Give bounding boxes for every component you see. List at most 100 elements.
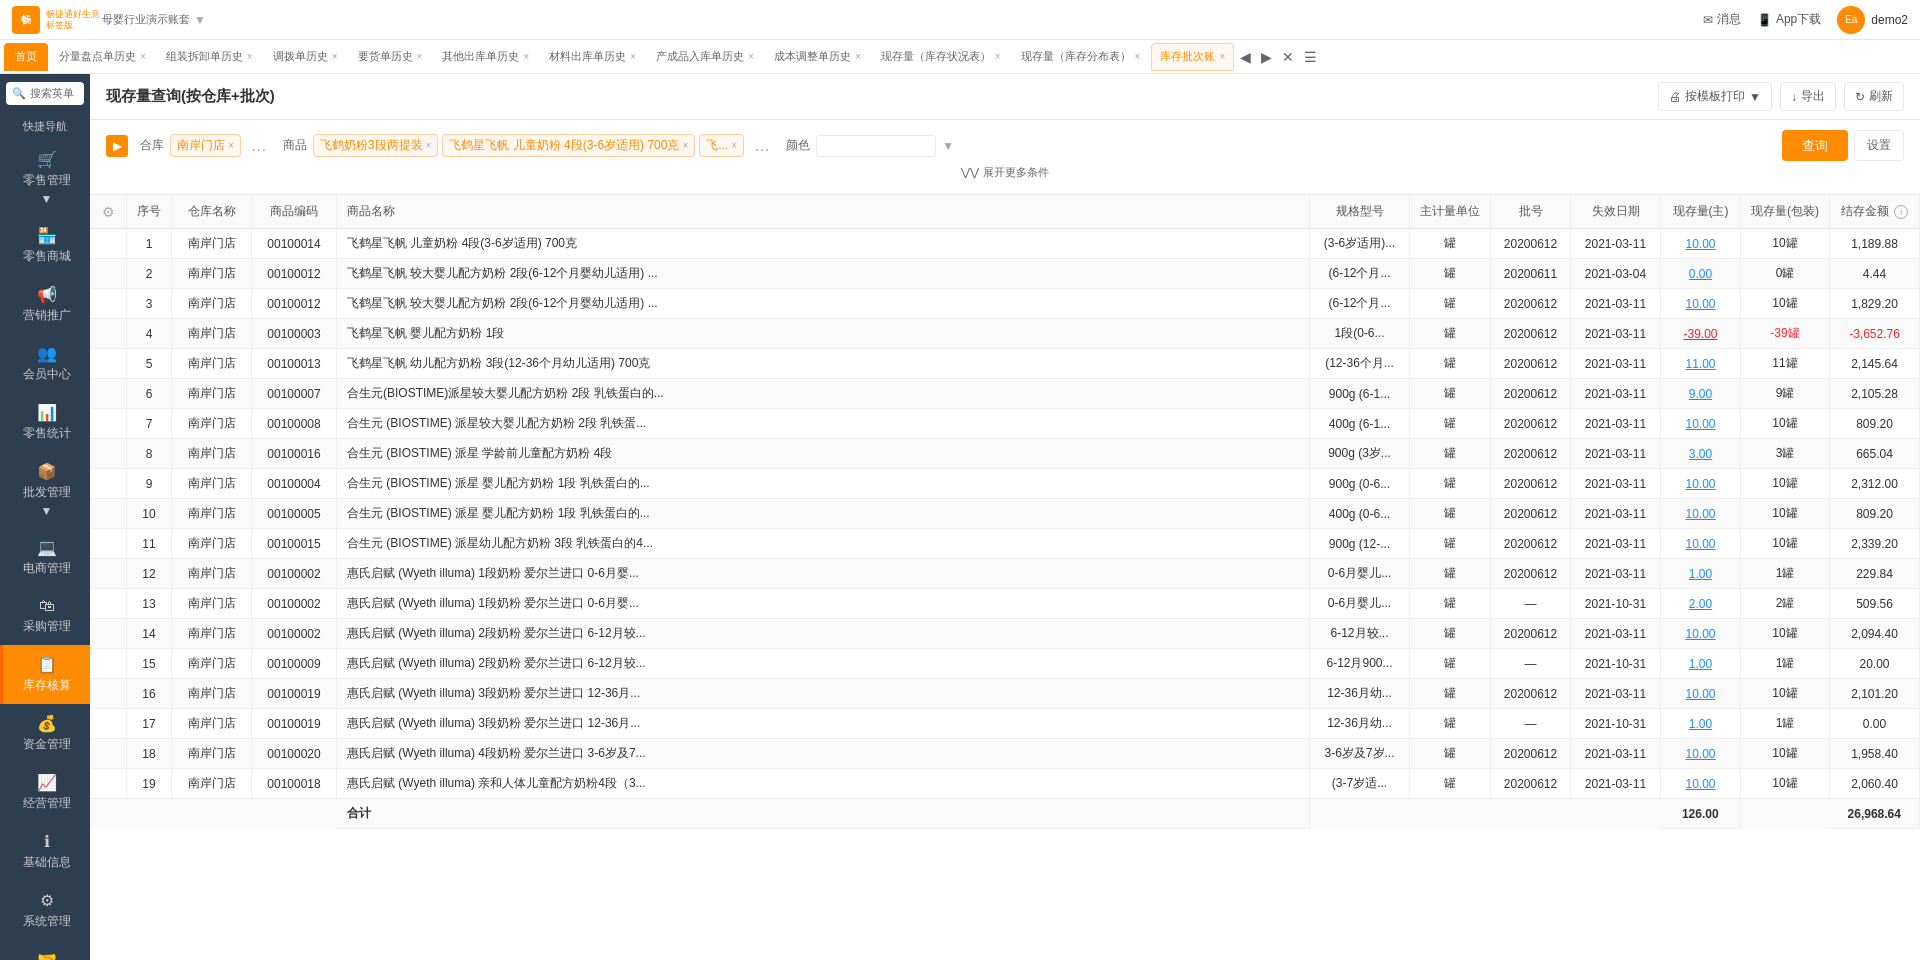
messages-btn[interactable]: ✉ 消息 — [1703, 11, 1741, 28]
sidebar-item-inventory[interactable]: 📋 库存核算 — [0, 645, 90, 704]
warehouse-more-btn[interactable]: … — [247, 137, 271, 155]
tab-xianzai-fen[interactable]: 现存量（库存分布表） × — [1012, 43, 1150, 71]
td-num-4: 5 — [127, 349, 172, 379]
tab-next-btn[interactable]: ▶ — [1257, 49, 1276, 65]
td-amount-1: 4.44 — [1830, 259, 1920, 289]
color-filter: 颜色 ▼ — [786, 135, 954, 157]
filter-toggle-btn[interactable]: ▶ — [106, 135, 128, 157]
td-batch-3: 20200612 — [1491, 319, 1571, 349]
tab-tiaopo[interactable]: 调拨单历史 × — [264, 43, 347, 71]
amount-info-icon[interactable]: i — [1894, 205, 1908, 219]
tab-chengben[interactable]: 成本调整单历史 × — [765, 43, 870, 71]
export-btn[interactable]: ↓ 导出 — [1780, 82, 1836, 111]
td-code-14: 00100009 — [252, 649, 337, 679]
settings-btn[interactable]: 设置 — [1854, 130, 1904, 161]
td-name-0: 飞鹤星飞帆 儿童奶粉 4段(3-6岁适用) 700克 — [337, 229, 1310, 259]
tab-close-btn[interactable]: ✕ — [1278, 49, 1298, 65]
tab-home[interactable]: 首页 — [4, 43, 48, 71]
td-num-12: 13 — [127, 589, 172, 619]
tab-menu-btn[interactable]: ☰ — [1300, 49, 1321, 65]
td-warehouse-12: 南岸门店 — [172, 589, 252, 619]
sidebar: 🔍 搜索英单 快捷导航 🛒 零售管理 ▼ 🏪 零售商城 📢 营销推广 👥 会员中… — [0, 74, 90, 960]
sidebar-item-retail[interactable]: 🛒 零售管理 ▼ — [0, 140, 90, 216]
tab-cailiao[interactable]: 材料出库单历史 × — [540, 43, 645, 71]
tab-yaohuo[interactable]: 要货单历史 × — [349, 43, 432, 71]
tab-zuche[interactable]: 组装拆卸单历史 × — [157, 43, 262, 71]
sidebar-item-basic[interactable]: ℹ 基础信息 — [0, 822, 90, 881]
sidebar-item-ops[interactable]: 📈 经营管理 — [0, 763, 90, 822]
table-row: 12 南岸门店 00100002 惠氏启赋 (Wyeth illuma) 1段奶… — [90, 559, 1920, 589]
th-code: 商品编码 — [252, 195, 337, 229]
sidebar-quick-nav[interactable]: 快捷导航 — [0, 113, 90, 140]
td-spec-8: 900g (0-6... — [1310, 469, 1410, 499]
td-qty-pack-1: 0罐 — [1741, 259, 1830, 289]
sidebar-item-corp[interactable]: 🤝 企业协同 — [0, 940, 90, 960]
tab-fenpan[interactable]: 分量盘点单历史 × — [50, 43, 155, 71]
td-batch-12: — — [1491, 589, 1571, 619]
warehouse-tag-remove[interactable]: × — [228, 140, 234, 151]
table-row: 11 南岸门店 00100015 合生元 (BIOSTIME) 派星幼儿配方奶粉… — [90, 529, 1920, 559]
td-name-3: 飞鹤星飞帆 婴儿配方奶粉 1段 — [337, 319, 1310, 349]
td-settings-6 — [90, 409, 127, 439]
product-tag-1-remove[interactable]: × — [426, 140, 432, 151]
td-settings-5 — [90, 379, 127, 409]
sidebar-item-system[interactable]: ⚙ 系统管理 — [0, 881, 90, 940]
td-name-8: 合生元 (BIOSTIME) 派星 婴儿配方奶粉 1段 乳铁蛋白的... — [337, 469, 1310, 499]
table-row: 4 南岸门店 00100003 飞鹤星飞帆 婴儿配方奶粉 1段 1段(0-6..… — [90, 319, 1920, 349]
tab-chanpin[interactable]: 产成品入库单历史 × — [647, 43, 763, 71]
td-spec-18: (3-7岁适... — [1310, 769, 1410, 799]
td-qty-pack-5: 9罐 — [1741, 379, 1830, 409]
sidebar-search[interactable]: 🔍 搜索英单 — [6, 82, 84, 105]
table-row: 1 南岸门店 00100014 飞鹤星飞帆 儿童奶粉 4段(3-6岁适用) 70… — [90, 229, 1920, 259]
sidebar-item-member[interactable]: 👥 会员中心 — [0, 334, 90, 393]
td-qty-main-10: 10.00 — [1661, 529, 1741, 559]
td-qty-pack-15: 10罐 — [1741, 679, 1830, 709]
th-spec: 规格型号 — [1310, 195, 1410, 229]
td-name-16: 惠氏启赋 (Wyeth illuma) 3段奶粉 爱尔兰进口 12-36月... — [337, 709, 1310, 739]
td-amount-15: 2,101.20 — [1830, 679, 1920, 709]
query-btn[interactable]: 查询 — [1782, 130, 1848, 161]
product-tag-3-remove[interactable]: × — [731, 140, 737, 151]
td-qty-main-17: 10.00 — [1661, 739, 1741, 769]
td-amount-14: 20.00 — [1830, 649, 1920, 679]
settings-icon[interactable]: ⚙ — [100, 204, 116, 220]
sidebar-item-purchase[interactable]: 🛍 采购管理 — [0, 587, 90, 645]
sidebar-menu: 🛒 零售管理 ▼ 🏪 零售商城 📢 营销推广 👥 会员中心 📊 零售统计 — [0, 140, 90, 960]
sidebar-item-marketing[interactable]: 📢 营销推广 — [0, 275, 90, 334]
tab-xianzai-zhuang[interactable]: 现存量（库存状况表） × — [872, 43, 1010, 71]
td-name-7: 合生元 (BIOSTIME) 派星 学龄前儿童配方奶粉 4段 — [337, 439, 1310, 469]
table-row: 13 南岸门店 00100002 惠氏启赋 (Wyeth illuma) 1段奶… — [90, 589, 1920, 619]
td-code-13: 00100002 — [252, 619, 337, 649]
tab-qita[interactable]: 其他出库单历史 × — [433, 43, 538, 71]
td-settings-13 — [90, 619, 127, 649]
refresh-btn[interactable]: ↻ 刷新 — [1844, 82, 1904, 111]
table-row: 7 南岸门店 00100008 合生元 (BIOSTIME) 派星较大婴儿配方奶… — [90, 409, 1920, 439]
td-batch-6: 20200612 — [1491, 409, 1571, 439]
tab-prev-btn[interactable]: ◀ — [1236, 49, 1255, 65]
product-more-btn[interactable]: … — [750, 137, 774, 155]
page-title: 现存量查询(按仓库+批次) — [106, 87, 275, 106]
template-print-btn[interactable]: 🖨 按模板打印 ▼ — [1658, 82, 1772, 111]
td-warehouse-14: 南岸门店 — [172, 649, 252, 679]
td-settings-3 — [90, 319, 127, 349]
td-code-2: 00100012 — [252, 289, 337, 319]
product-tag-2-remove[interactable]: × — [682, 140, 688, 151]
product-filter: 商品 飞鹤奶粉3段两提装 × 飞鹤星飞帆 儿童奶粉 4段(3-6岁适用) 700… — [283, 134, 774, 157]
expand-conditions-btn[interactable]: ⋁⋁ 展开更多条件 — [961, 165, 1049, 180]
sidebar-item-stats[interactable]: 📊 零售统计 — [0, 393, 90, 452]
td-spec-12: 0-6月婴儿... — [1310, 589, 1410, 619]
td-qty-pack-4: 11罐 — [1741, 349, 1830, 379]
td-settings-9 — [90, 499, 127, 529]
td-settings-0 — [90, 229, 127, 259]
inventory-icon: 📋 — [37, 655, 57, 674]
sidebar-item-ecom[interactable]: 💻 电商管理 — [0, 528, 90, 587]
sidebar-item-retail-store[interactable]: 🏪 零售商城 — [0, 216, 90, 275]
tab-pici[interactable]: 库存批次账 × — [1151, 43, 1234, 71]
app-download-btn[interactable]: 📱 App下载 — [1757, 11, 1821, 28]
color-input[interactable] — [816, 135, 936, 157]
td-settings-15 — [90, 679, 127, 709]
sidebar-item-finance[interactable]: 💰 资金管理 — [0, 704, 90, 763]
sidebar-item-wholesale[interactable]: 📦 批发管理 ▼ — [0, 452, 90, 528]
td-batch-4: 20200612 — [1491, 349, 1571, 379]
th-qty-main: 现存量(主) — [1661, 195, 1741, 229]
